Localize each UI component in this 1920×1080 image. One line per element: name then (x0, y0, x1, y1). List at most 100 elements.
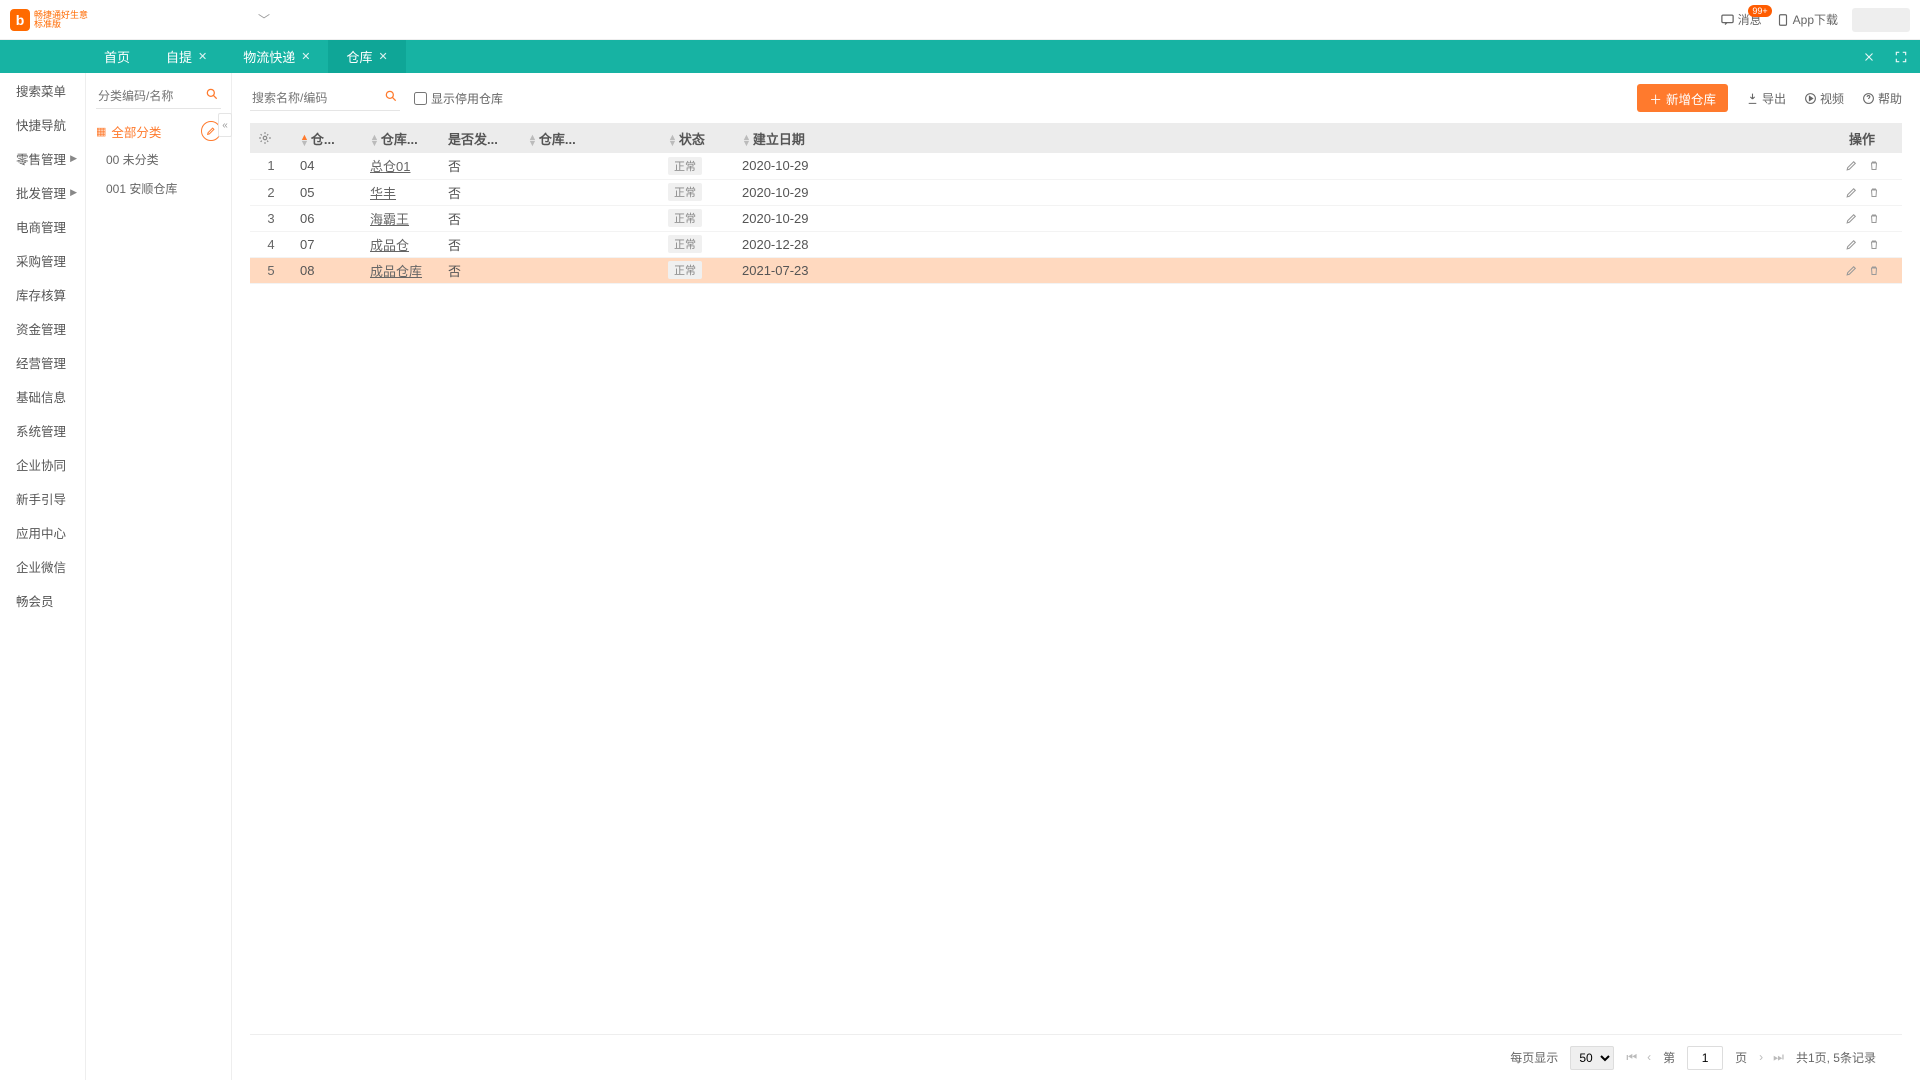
delete-button[interactable] (1868, 238, 1880, 251)
page-prev[interactable]: ‹ (1647, 1050, 1651, 1065)
video-button[interactable]: 视频 (1804, 90, 1844, 107)
delete-button[interactable] (1868, 159, 1880, 172)
cell-category (520, 205, 660, 231)
brand-text: 畅捷通好生意 标准版 (34, 11, 88, 29)
help-button[interactable]: 帮助 (1862, 90, 1902, 107)
edit-button[interactable] (1845, 186, 1858, 199)
cell-date: 2020-10-29 (734, 179, 1822, 205)
grid-icon: ▦ (96, 125, 106, 138)
show-disabled-input[interactable] (414, 92, 427, 105)
cell-ship: 否 (440, 205, 520, 231)
close-icon[interactable]: ✕ (301, 50, 310, 63)
col-settings[interactable] (250, 123, 292, 153)
sidebar-item[interactable]: 零售管理▶ (0, 141, 85, 175)
fullscreen-button[interactable] (1892, 48, 1910, 66)
col-date[interactable]: ▲▼建立日期 (734, 123, 1822, 153)
add-warehouse-button[interactable]: ＋ 新增仓库 (1637, 84, 1728, 112)
close-icon[interactable]: ✕ (198, 50, 207, 63)
status-badge: 正常 (668, 183, 702, 201)
cell-category (520, 231, 660, 257)
col-category[interactable]: ▲▼仓库... (520, 123, 660, 153)
sidebar-item[interactable]: 应用中心 (0, 515, 85, 549)
table-row[interactable]: 508成品仓库否正常2021-07-23 (250, 257, 1902, 283)
sidebar-item[interactable]: 企业微信 (0, 549, 85, 583)
category-all[interactable]: ▦ 全部分类 (86, 117, 231, 145)
export-button[interactable]: 导出 (1746, 90, 1786, 107)
sidebar-item[interactable]: 采购管理 (0, 243, 85, 277)
warehouse-table: ▲▼仓... ▲▼仓库... 是否发... ▲▼仓库... ▲▼状态 ▲▼建立日… (250, 123, 1902, 284)
sidebar-item[interactable]: 企业协同 (0, 447, 85, 481)
per-page-select[interactable]: 50 (1570, 1046, 1614, 1070)
page-first[interactable]: ⏮ (1626, 1050, 1637, 1065)
delete-button[interactable] (1868, 264, 1880, 277)
sidebar-item-label: 批发管理 (16, 183, 66, 202)
page-next[interactable]: › (1759, 1050, 1763, 1065)
tab-物流快递[interactable]: 物流快递✕ (225, 40, 328, 73)
edit-button[interactable] (1845, 212, 1858, 225)
edit-button[interactable] (1845, 159, 1858, 172)
edit-button[interactable] (1845, 264, 1858, 277)
per-page-label: 每页显示 (1510, 1049, 1558, 1066)
close-tab-button[interactable] (1860, 48, 1878, 66)
org-selector[interactable]: ﹀ (98, 7, 278, 33)
table-row[interactable]: 104总仓01否正常2020-10-29 (250, 153, 1902, 179)
search-icon[interactable] (205, 87, 219, 101)
sidebar-item[interactable]: 基础信息 (0, 379, 85, 413)
tab-自提[interactable]: 自提✕ (148, 40, 225, 73)
app-download-button[interactable]: App下载 (1776, 11, 1838, 28)
sidebar-item-label: 新手引导 (16, 489, 66, 508)
delete-button[interactable] (1868, 186, 1880, 199)
tab-bar: 首页自提✕物流快递✕仓库✕ (0, 40, 1920, 73)
col-code[interactable]: ▲▼仓... (292, 123, 362, 153)
sidebar-item[interactable]: 新手引导 (0, 481, 85, 515)
sidebar-item[interactable]: 系统管理 (0, 413, 85, 447)
tab-首页[interactable]: 首页 (86, 40, 148, 73)
sidebar-item[interactable]: 资金管理 (0, 311, 85, 345)
sidebar-item[interactable]: 搜索菜单 (0, 73, 85, 107)
pagination: 每页显示 50 ⏮ ‹ 第 页 › ⏭ 共1页, 5条记录 (250, 1034, 1902, 1080)
collapse-category-button[interactable]: « (218, 113, 232, 137)
close-icon[interactable]: ✕ (379, 50, 388, 63)
warehouse-link[interactable]: 成品仓 (370, 238, 409, 253)
sidebar-item[interactable]: 经营管理 (0, 345, 85, 379)
cell-ship: 否 (440, 179, 520, 205)
category-all-label: 全部分类 (111, 122, 161, 141)
category-item[interactable]: 001 安顺仓库 (86, 174, 231, 203)
warehouse-link[interactable]: 总仓01 (370, 159, 410, 174)
category-search-input[interactable] (96, 83, 221, 109)
warehouse-link[interactable]: 华丰 (370, 186, 396, 201)
sidebar-item[interactable]: 电商管理 (0, 209, 85, 243)
plus-icon: ＋ (1649, 89, 1662, 108)
page-last[interactable]: ⏭ (1773, 1050, 1784, 1065)
sidebar-item[interactable]: 库存核算 (0, 277, 85, 311)
warehouse-link[interactable]: 海霸王 (370, 212, 409, 227)
add-warehouse-label: 新增仓库 (1666, 89, 1716, 108)
messages-button[interactable]: 消息 99+ (1720, 11, 1762, 28)
search-icon[interactable] (384, 89, 398, 103)
sidebar-item-label: 企业协同 (16, 455, 66, 474)
chevron-right-icon: ▶ (70, 153, 77, 164)
edit-button[interactable] (1845, 238, 1858, 251)
search-input[interactable] (250, 85, 400, 111)
status-badge: 正常 (668, 261, 702, 279)
sidebar-item[interactable]: 快捷导航 (0, 107, 85, 141)
tab-仓库[interactable]: 仓库✕ (328, 40, 405, 73)
delete-button[interactable] (1868, 212, 1880, 225)
table-row[interactable]: 407成品仓否正常2020-12-28 (250, 231, 1902, 257)
col-name[interactable]: ▲▼仓库... (362, 123, 440, 153)
show-disabled-checkbox[interactable]: 显示停用仓库 (414, 90, 503, 107)
table-row[interactable]: 306海霸王否正常2020-10-29 (250, 205, 1902, 231)
page-input[interactable] (1687, 1046, 1723, 1070)
sidebar-item-label: 资金管理 (16, 319, 66, 338)
cell-ops (1822, 231, 1902, 257)
sidebar-item[interactable]: 畅会员 (0, 583, 85, 617)
category-item[interactable]: 00 未分类 (86, 145, 231, 174)
col-ship[interactable]: 是否发... (440, 123, 520, 153)
col-status[interactable]: ▲▼状态 (660, 123, 734, 153)
sidebar-item[interactable]: 批发管理▶ (0, 175, 85, 209)
user-avatar[interactable] (1852, 8, 1910, 32)
cell-ship: 否 (440, 231, 520, 257)
warehouse-link[interactable]: 成品仓库 (370, 264, 422, 279)
app-header: b 畅捷通好生意 标准版 ﹀ 消息 99+ App下载 (0, 0, 1920, 40)
table-row[interactable]: 205华丰否正常2020-10-29 (250, 179, 1902, 205)
